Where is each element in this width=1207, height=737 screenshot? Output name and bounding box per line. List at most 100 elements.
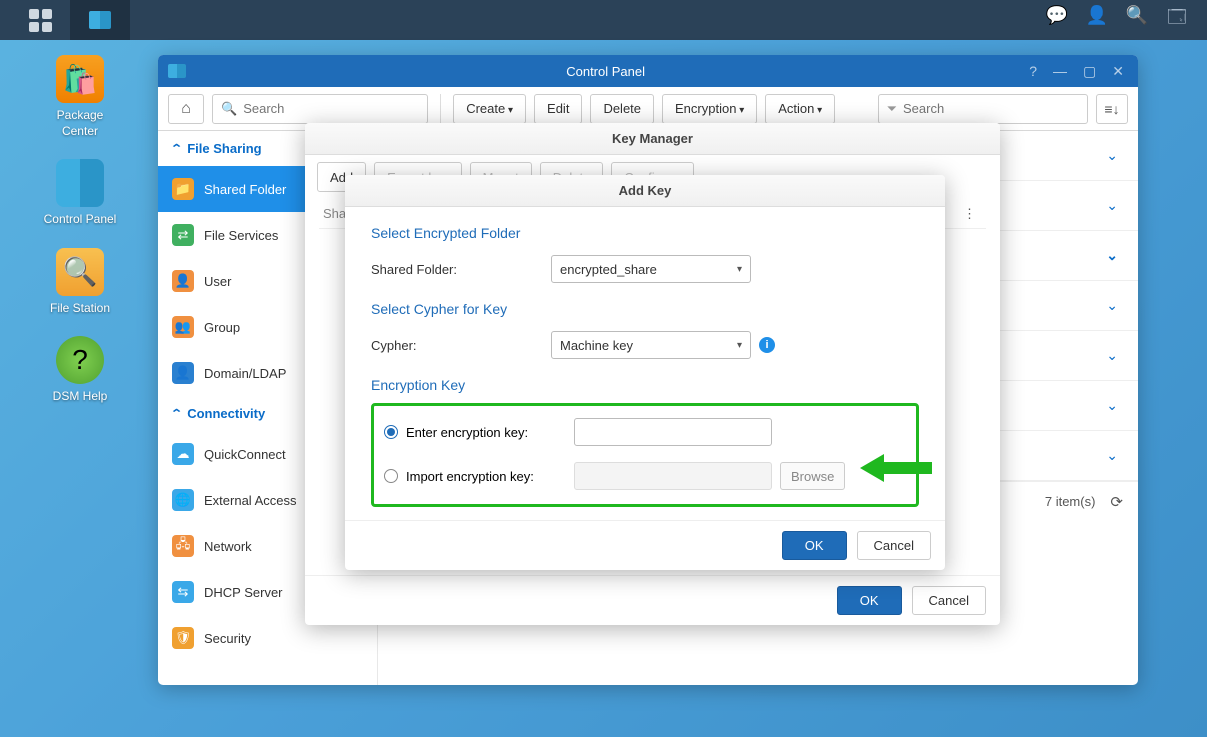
km-cancel-button[interactable]: Cancel	[912, 586, 986, 615]
sidebar-label: Group	[204, 320, 240, 335]
label-import-key: Import encryption key:	[406, 469, 566, 484]
network-icon: 🖧	[172, 535, 194, 557]
section-select-cypher: Select Cypher for Key	[371, 301, 919, 317]
dsm-help-icon: ?	[56, 336, 104, 384]
toolbar-search-input[interactable]	[243, 101, 419, 116]
chevron-down-icon: ⌄	[1106, 397, 1118, 414]
window-controls: ? — ▢ ✕	[1025, 63, 1128, 80]
km-more-menu[interactable]: ⋮	[957, 206, 982, 222]
sidebar-label: Security	[204, 631, 251, 646]
domain-ldap-icon: 👤	[172, 362, 194, 384]
desktop-icon-dsm-help[interactable]: ? DSM Help	[30, 336, 130, 405]
file-station-icon: 🔍	[56, 248, 104, 296]
item-count: 7 item(s)	[1045, 494, 1096, 509]
arrow-icon	[860, 450, 932, 486]
desktop-icon-control-panel[interactable]: Control Panel	[30, 159, 130, 228]
chevron-down-icon: ⌄	[1106, 147, 1118, 164]
shared-folder-select[interactable]: encrypted_share	[551, 255, 751, 283]
external-access-icon: 🌐	[172, 489, 194, 511]
desktop-icon-file-station[interactable]: 🔍 File Station	[30, 248, 130, 317]
sidebar-label: External Access	[204, 493, 297, 508]
sidebar-label: Shared Folder	[204, 182, 286, 197]
taskbar-app-control-panel[interactable]	[70, 0, 130, 40]
control-panel-label: Control Panel	[44, 212, 117, 228]
content-filter-input[interactable]	[903, 101, 1079, 116]
security-icon: 🛡	[172, 627, 194, 649]
content-filter[interactable]: ⏷	[878, 94, 1088, 124]
add-key-dialog: Add Key Select Encrypted Folder Shared F…	[345, 175, 945, 570]
key-manager-footer: OK Cancel	[305, 575, 1000, 625]
sidebar-label: File Services	[204, 228, 278, 243]
window-help-button[interactable]: ?	[1025, 63, 1041, 80]
create-button[interactable]: Create	[453, 94, 526, 124]
delete-button[interactable]: Delete	[590, 94, 654, 124]
add-key-body: Select Encrypted Folder Shared Folder: e…	[345, 207, 945, 520]
toolbar-search[interactable]: 🔍	[212, 94, 428, 124]
window-maximize-button[interactable]: ▢	[1079, 63, 1100, 80]
add-key-ok-button[interactable]: OK	[782, 531, 847, 560]
sidebar-label: Network	[204, 539, 252, 554]
desktop-icon-package-center[interactable]: 🛍️ Package Center	[30, 55, 130, 139]
group-icon: 👥	[172, 316, 194, 338]
label-cypher: Cypher:	[371, 338, 551, 353]
window-titlebar[interactable]: Control Panel ? — ▢ ✕	[158, 55, 1138, 87]
sidebar-label: QuickConnect	[204, 447, 286, 462]
radio-enter-key[interactable]	[384, 425, 398, 439]
sidebar-label: DHCP Server	[204, 585, 283, 600]
sidebar-label: User	[204, 274, 231, 289]
add-key-title[interactable]: Add Key	[345, 175, 945, 207]
home-button[interactable]: ⌂	[168, 94, 204, 124]
user-icon: 👤	[172, 270, 194, 292]
label-enter-key: Enter encryption key:	[406, 425, 566, 440]
action-button[interactable]: Action	[765, 94, 835, 124]
file-station-label: File Station	[50, 301, 110, 317]
home-icon: ⌂	[181, 100, 191, 118]
encryption-button[interactable]: Encryption	[662, 94, 757, 124]
chevron-down-icon: ⌄	[1106, 447, 1118, 464]
dhcp-icon: ⇆	[172, 581, 194, 603]
widgets-icon[interactable]: 🗔	[1157, 5, 1197, 35]
chevron-down-icon: ⌄	[1106, 247, 1118, 264]
package-center-icon: 🛍️	[56, 55, 104, 103]
user-menu-icon[interactable]: 👤	[1077, 5, 1117, 35]
file-services-icon: ⇄	[172, 224, 194, 246]
cypher-select[interactable]: Machine key	[551, 331, 751, 359]
key-manager-title[interactable]: Key Manager	[305, 123, 1000, 155]
desktop-icons: 🛍️ Package Center Control Panel 🔍 File S…	[30, 55, 130, 405]
control-panel-mini-icon	[89, 11, 111, 29]
toolbar-divider	[440, 94, 441, 124]
window-minimize-button[interactable]: —	[1049, 63, 1071, 80]
reload-button[interactable]: ⟳	[1110, 493, 1123, 511]
section-select-folder: Select Encrypted Folder	[371, 225, 919, 241]
cypher-info-icon[interactable]: i	[759, 337, 775, 353]
chevron-down-icon: ⌄	[1106, 347, 1118, 364]
edit-button[interactable]: Edit	[534, 94, 582, 124]
browse-button[interactable]: Browse	[780, 462, 845, 490]
section-encryption-key: Encryption Key	[371, 377, 919, 393]
window-close-button[interactable]: ✕	[1108, 63, 1128, 80]
sidebar-label: Domain/LDAP	[204, 366, 286, 381]
notifications-icon[interactable]: 💬	[1037, 5, 1077, 35]
search-icon[interactable]: 🔍	[1117, 5, 1157, 35]
shared-folder-value: encrypted_share	[560, 262, 657, 277]
window-title: Control Panel	[186, 64, 1025, 79]
funnel-icon: ⏷	[887, 101, 897, 117]
add-key-cancel-button[interactable]: Cancel	[857, 531, 931, 560]
taskbar: 💬 👤 🔍 🗔	[0, 0, 1207, 40]
window-app-icon	[168, 64, 186, 78]
enter-key-input[interactable]	[574, 418, 772, 446]
km-ok-button[interactable]: OK	[837, 586, 902, 615]
annotation-arrow	[860, 450, 932, 491]
import-key-path	[574, 462, 772, 490]
cypher-value: Machine key	[560, 338, 633, 353]
encryption-key-highlight: Enter encryption key: Import encryption …	[371, 403, 919, 507]
package-center-label: Package Center	[57, 108, 104, 139]
apps-grid-icon	[29, 9, 52, 32]
main-menu-button[interactable]	[10, 0, 70, 40]
column-settings-button[interactable]: ≡↓	[1096, 94, 1128, 124]
search-icon: 🔍	[221, 101, 237, 117]
control-panel-icon	[56, 159, 104, 207]
add-key-footer: OK Cancel	[345, 520, 945, 570]
radio-import-key[interactable]	[384, 469, 398, 483]
chevron-down-icon: ⌄	[1106, 297, 1118, 314]
